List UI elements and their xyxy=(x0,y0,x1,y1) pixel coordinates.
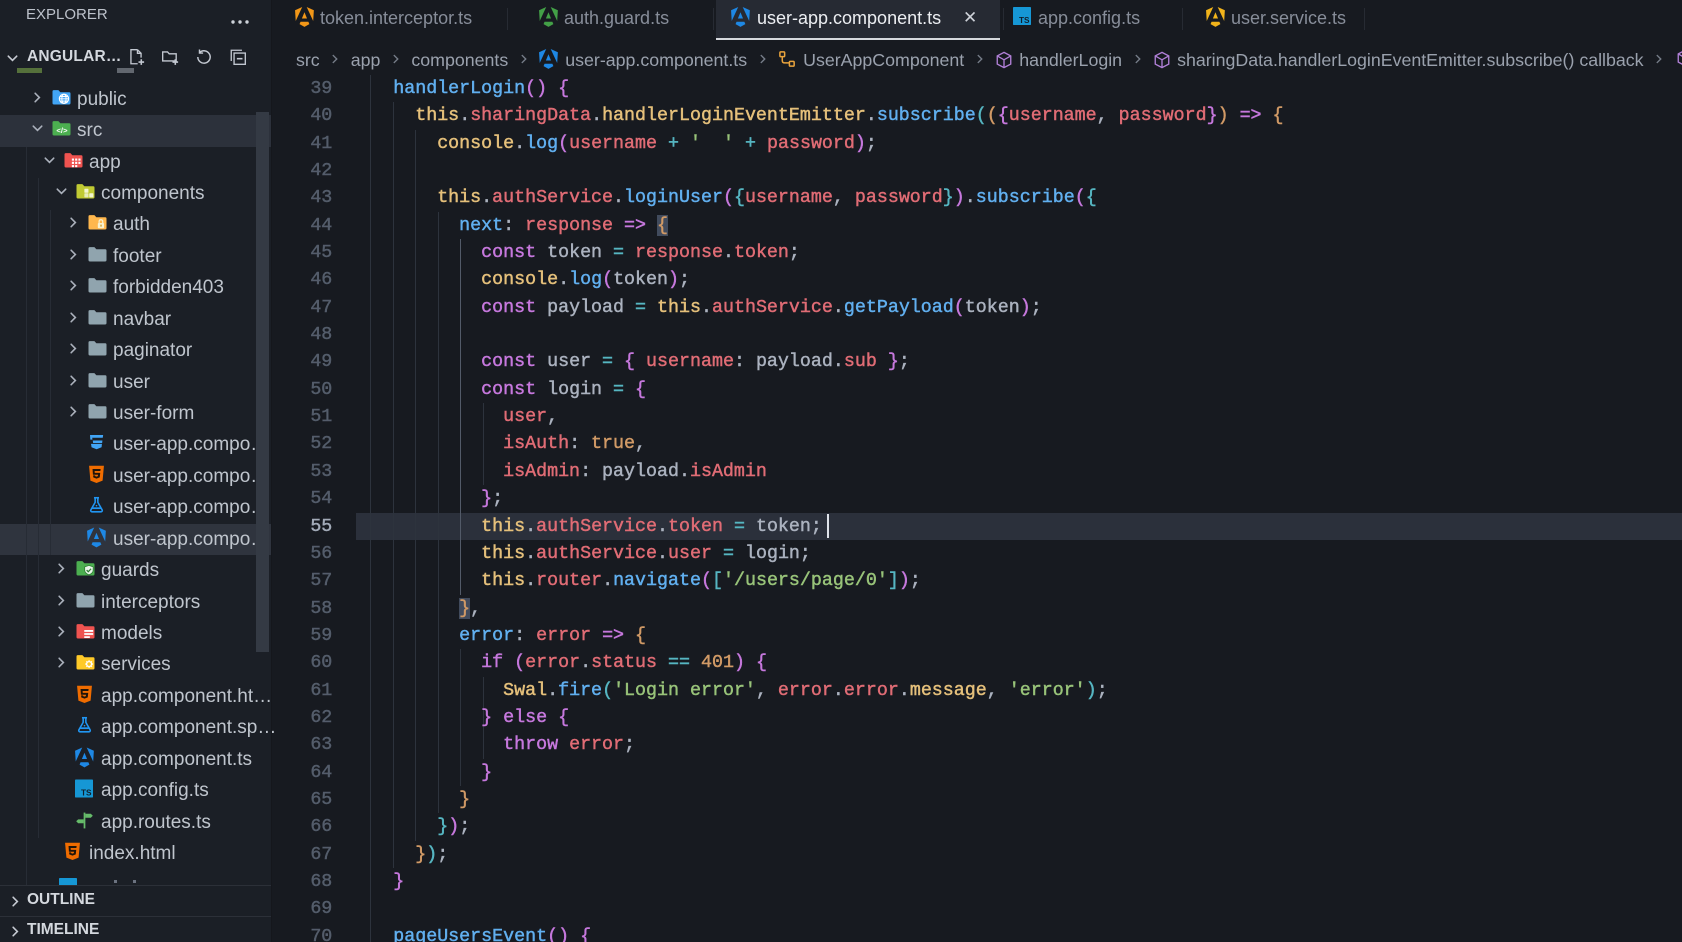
svg-text:TS: TS xyxy=(1019,16,1030,25)
svg-text:</>: </> xyxy=(56,126,68,135)
svg-text:TS: TS xyxy=(81,788,92,797)
